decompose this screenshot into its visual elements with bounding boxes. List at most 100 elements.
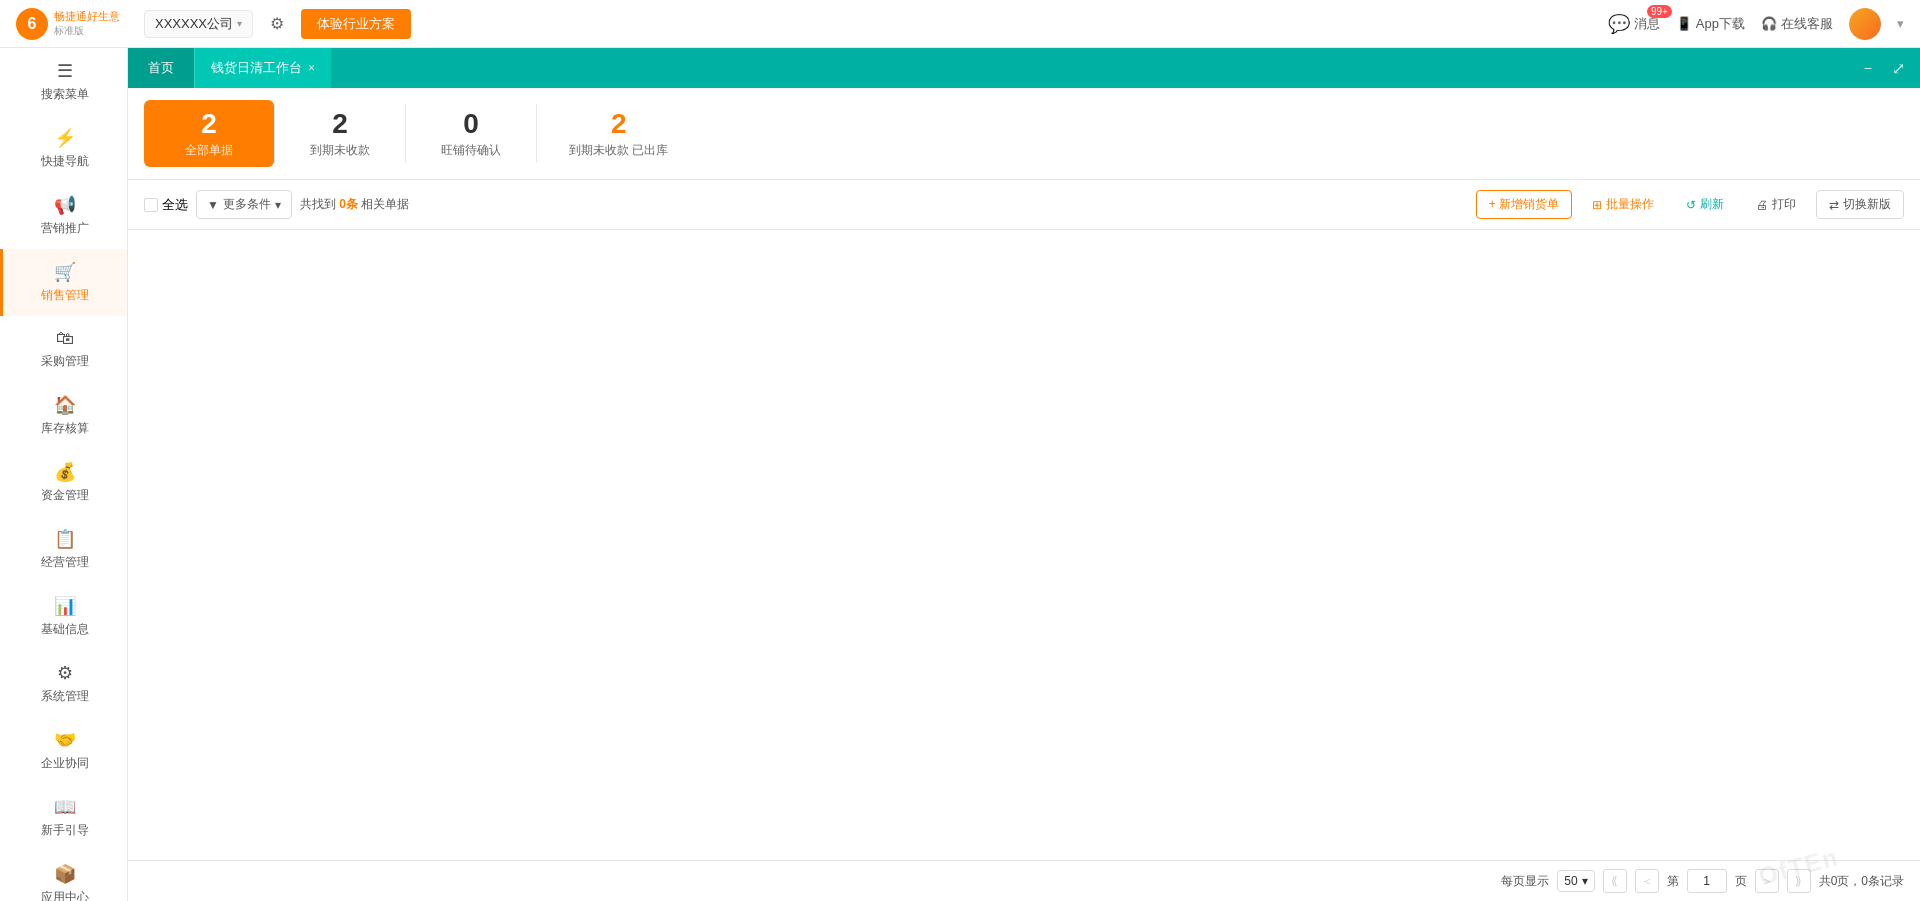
last-page-button[interactable]: ⟫ bbox=[1787, 869, 1811, 893]
avatar[interactable] bbox=[1849, 8, 1881, 40]
sidebar-item-enterprise[interactable]: 🤝 企业协同 bbox=[0, 717, 127, 784]
operations-icon: 📋 bbox=[54, 528, 76, 550]
found-prefix: 共找到 bbox=[300, 197, 336, 211]
sidebar-item-label: 企业协同 bbox=[41, 755, 89, 772]
total-info: 共0页，0条记录 bbox=[1819, 873, 1904, 890]
settings-button[interactable]: ⚙ bbox=[261, 8, 293, 40]
user-menu-button[interactable]: ▾ bbox=[1897, 16, 1904, 31]
refresh-button[interactable]: ↺ 刷新 bbox=[1674, 191, 1736, 218]
page-label-end: 页 bbox=[1735, 873, 1747, 890]
system-icon: ⚙ bbox=[57, 662, 73, 684]
stat-label-shipped: 到期未收款 已出库 bbox=[569, 142, 668, 159]
logo-area: 6 畅捷通好生意 标准版 bbox=[16, 8, 144, 40]
sidebar-item-label: 经营管理 bbox=[41, 554, 89, 571]
notification-button[interactable]: 💬 消息 99+ bbox=[1608, 13, 1660, 35]
app-center-icon: 📦 bbox=[54, 863, 76, 885]
batch-icon: ⊞ bbox=[1592, 198, 1602, 212]
per-page-select[interactable]: 50 ▾ bbox=[1557, 870, 1594, 892]
online-service-button[interactable]: 🎧 在线客服 bbox=[1761, 15, 1833, 33]
per-page-dropdown-arrow: ▾ bbox=[1582, 874, 1588, 888]
enterprise-icon: 🤝 bbox=[54, 729, 76, 751]
company-selector[interactable]: XXXXXX公司 ▾ bbox=[144, 10, 253, 38]
stat-card-overdue[interactable]: 2 到期未收款 bbox=[275, 100, 405, 167]
prev-page-button[interactable]: ＜ bbox=[1635, 869, 1659, 893]
finance-icon: 💰 bbox=[54, 461, 76, 483]
service-icon: 🎧 bbox=[1761, 16, 1777, 31]
sales-icon: 🛒 bbox=[54, 261, 76, 283]
top-bar: 6 畅捷通好生意 标准版 XXXXXX公司 ▾ ⚙ 体验行业方案 💬 消息 99… bbox=[0, 0, 1920, 48]
main-layout: ☰ 搜索菜单 ⚡ 快捷导航 📢 营销推广 🛒 销售管理 🛍 采购管理 🏠 库存核… bbox=[0, 48, 1920, 901]
top-right-area: 💬 消息 99+ 📱 App下载 🎧 在线客服 ▾ bbox=[1608, 8, 1904, 40]
stat-count-shipped: 2 bbox=[611, 108, 627, 140]
stat-card-all[interactable]: 2 全部单据 bbox=[144, 100, 274, 167]
tab-bar: 首页 钱货日清工作台 × － ⤢ bbox=[128, 48, 1920, 88]
sidebar-item-inventory[interactable]: 🏠 库存核算 bbox=[0, 382, 127, 449]
batch-operation-button[interactable]: ⊞ 批量操作 bbox=[1580, 191, 1666, 218]
tab-home[interactable]: 首页 bbox=[128, 48, 194, 88]
logo-text: 畅捷通好生意 bbox=[54, 9, 120, 23]
sidebar-item-label: 资金管理 bbox=[41, 487, 89, 504]
sidebar-item-base-info[interactable]: 📊 基础信息 bbox=[0, 583, 127, 650]
stat-card-shipped[interactable]: 2 到期未收款 已出库 bbox=[537, 100, 700, 167]
sidebar-item-label: 库存核算 bbox=[41, 420, 89, 437]
sidebar: ☰ 搜索菜单 ⚡ 快捷导航 📢 营销推广 🛒 销售管理 🛍 采购管理 🏠 库存核… bbox=[0, 48, 128, 901]
select-all-label: 全选 bbox=[162, 196, 188, 214]
first-page-button[interactable]: ⟪ bbox=[1603, 869, 1627, 893]
quick-nav-icon: ⚡ bbox=[54, 127, 76, 149]
trial-button[interactable]: 体验行业方案 bbox=[301, 9, 411, 39]
page-number-input[interactable] bbox=[1687, 869, 1727, 893]
tab-expand-button[interactable]: ⤢ bbox=[1884, 54, 1912, 82]
logo-sub: 标准版 bbox=[54, 24, 120, 38]
stat-card-pending[interactable]: 0 旺铺待确认 bbox=[406, 100, 536, 167]
batch-label: 批量操作 bbox=[1606, 196, 1654, 213]
filter-button[interactable]: ▼ 更多条件 ▾ bbox=[196, 190, 292, 219]
tab-work-bench-label: 钱货日清工作台 bbox=[211, 59, 302, 77]
new-sale-order-label: + 新增销货单 bbox=[1489, 196, 1559, 213]
switch-label: 切换新版 bbox=[1843, 196, 1891, 213]
tab-minimize-button[interactable]: － bbox=[1854, 54, 1882, 82]
page-label: 第 bbox=[1667, 873, 1679, 890]
content-area: 首页 钱货日清工作台 × － ⤢ 2 全部单据 2 bbox=[128, 48, 1920, 901]
sidebar-item-label: 新手引导 bbox=[41, 822, 89, 839]
stat-count-pending: 0 bbox=[463, 108, 479, 140]
toolbar-right: + 新增销货单 ⊞ 批量操作 ↺ 刷新 🖨 打印 ⇄ bbox=[1476, 190, 1904, 219]
sidebar-item-label: 搜索菜单 bbox=[41, 86, 89, 103]
found-suffix: 相关单据 bbox=[361, 197, 409, 211]
select-all-checkbox[interactable]: 全选 bbox=[144, 196, 188, 214]
stat-label-pending: 旺铺待确认 bbox=[441, 142, 501, 159]
found-text: 共找到 0条 相关单据 bbox=[300, 196, 409, 213]
sidebar-item-sales[interactable]: 🛒 销售管理 bbox=[0, 249, 127, 316]
stats-row: 2 全部单据 2 到期未收款 0 旺铺待确认 2 到期未收款 已出库 bbox=[128, 88, 1920, 180]
sidebar-item-guide[interactable]: 📖 新手引导 bbox=[0, 784, 127, 851]
tab-bar-actions: － ⤢ bbox=[1854, 54, 1920, 82]
new-sale-order-button[interactable]: + 新增销货单 bbox=[1476, 190, 1572, 219]
print-button[interactable]: 🖨 打印 bbox=[1744, 191, 1808, 218]
sidebar-item-app-center[interactable]: 📦 应用中心 bbox=[0, 851, 127, 901]
sidebar-item-marketing[interactable]: 📢 营销推广 bbox=[0, 182, 127, 249]
found-count: 0条 bbox=[339, 197, 358, 211]
next-page-button[interactable]: ＞ bbox=[1755, 869, 1779, 893]
notification-badge: 99+ bbox=[1647, 5, 1672, 18]
sidebar-item-label: 应用中心 bbox=[41, 889, 89, 901]
stat-count-all: 2 bbox=[201, 108, 217, 140]
tab-work-bench[interactable]: 钱货日清工作台 × bbox=[194, 48, 331, 88]
company-name: XXXXXX公司 bbox=[155, 15, 233, 33]
sidebar-item-finance[interactable]: 💰 资金管理 bbox=[0, 449, 127, 516]
avatar-image bbox=[1849, 8, 1881, 40]
purchase-icon: 🛍 bbox=[56, 328, 74, 349]
print-icon: 🖨 bbox=[1756, 198, 1768, 212]
sidebar-item-search-menu[interactable]: ☰ 搜索菜单 bbox=[0, 48, 127, 115]
sidebar-item-label: 系统管理 bbox=[41, 688, 89, 705]
stat-label-overdue: 到期未收款 bbox=[310, 142, 370, 159]
sidebar-item-purchase[interactable]: 🛍 采购管理 bbox=[0, 316, 127, 382]
filter-icon: ▼ bbox=[207, 198, 219, 212]
sidebar-item-operations[interactable]: 📋 经营管理 bbox=[0, 516, 127, 583]
print-label: 打印 bbox=[1772, 196, 1796, 213]
tab-close-button[interactable]: × bbox=[308, 61, 315, 75]
sidebar-item-system[interactable]: ⚙ 系统管理 bbox=[0, 650, 127, 717]
sidebar-item-quick-nav[interactable]: ⚡ 快捷导航 bbox=[0, 115, 127, 182]
pagination-bar: 每页显示 50 ▾ ⟪ ＜ 第 页 ＞ ⟫ 共0页，0条记录 bbox=[128, 860, 1920, 901]
switch-version-button[interactable]: ⇄ 切换新版 bbox=[1816, 190, 1904, 219]
app-download-button[interactable]: 📱 App下载 bbox=[1676, 15, 1745, 33]
tab-home-label: 首页 bbox=[148, 59, 174, 77]
